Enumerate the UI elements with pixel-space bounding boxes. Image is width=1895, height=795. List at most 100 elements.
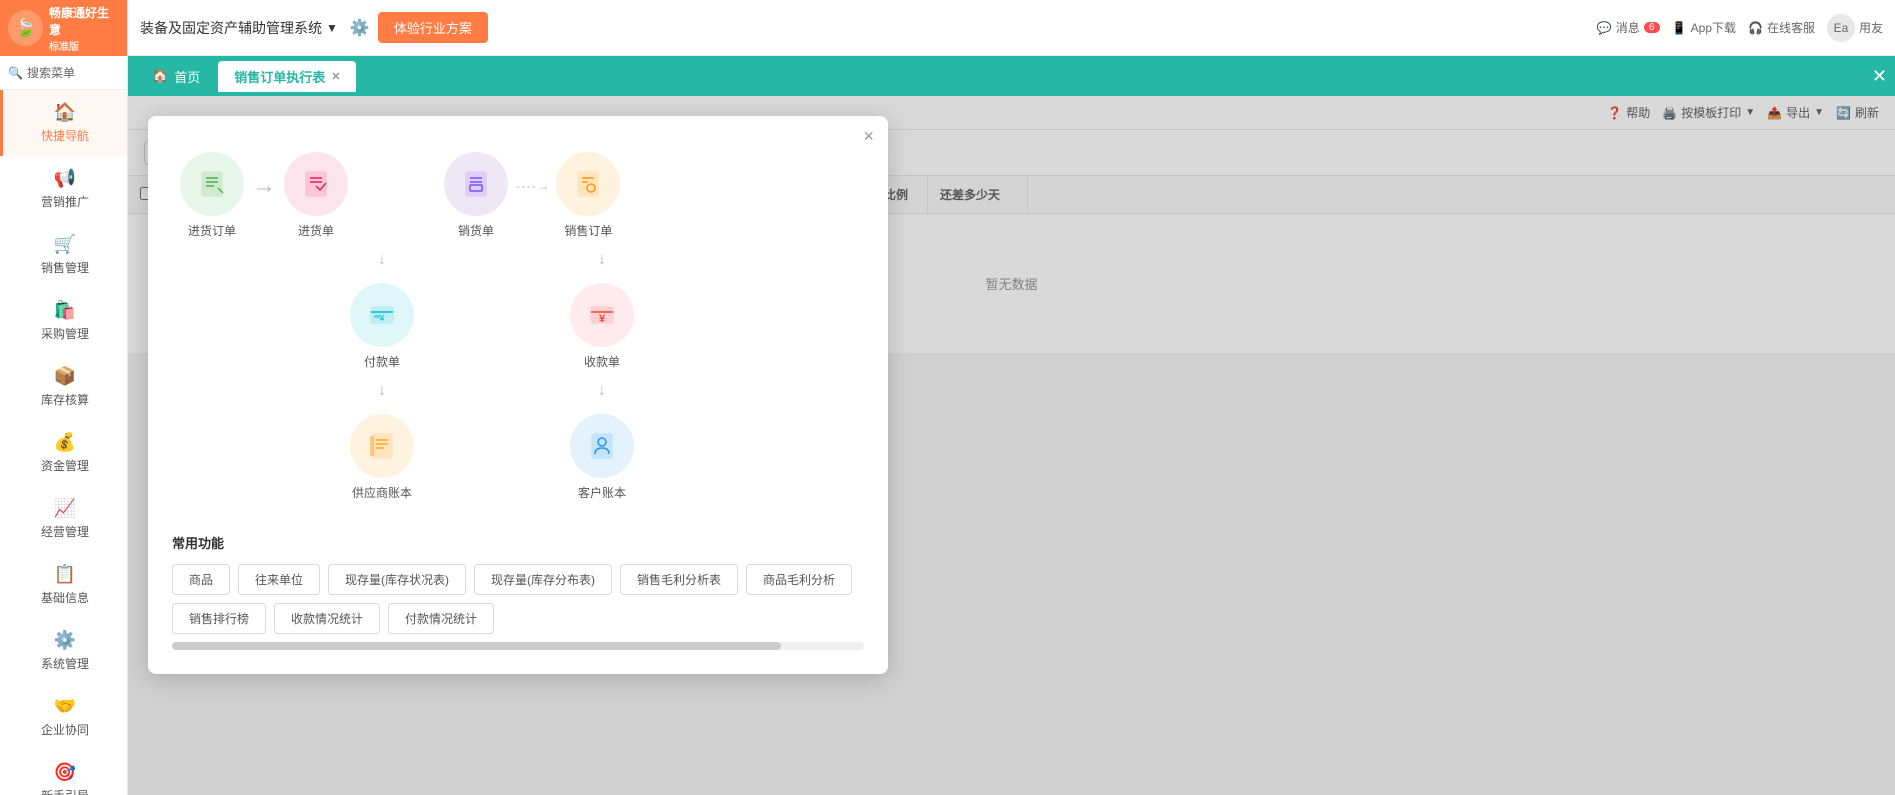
sidebar-search[interactable]: 🔍 搜索菜单 xyxy=(0,56,127,90)
receipt-label: 收款单 xyxy=(584,353,620,370)
sidebar-item-marketing[interactable]: 📢 营销推广 xyxy=(0,156,127,222)
func-btn-sales-margin[interactable]: 销售毛利分析表 xyxy=(620,564,738,595)
flow-row-3: ↓ 供应商账本 xyxy=(172,382,864,513)
svg-text:¥: ¥ xyxy=(599,313,606,325)
sales-bill-label: 销货单 xyxy=(458,222,494,239)
svg-text:¥: ¥ xyxy=(378,313,385,323)
sidebar-item-label: 资金管理 xyxy=(41,457,89,474)
system-title-dropdown[interactable]: 装备及固定资产辅助管理系统 ▼ xyxy=(140,18,338,38)
message-label: 消息 xyxy=(1616,19,1640,36)
receipt-icon-circle: ¥ xyxy=(570,283,634,347)
message-btn[interactable]: 💬 消息 6 xyxy=(1597,19,1660,36)
flow-row-2: ↓ ¥ 付款单 xyxy=(172,251,864,382)
message-badge: 6 xyxy=(1644,22,1660,33)
tab-home-label: 首页 xyxy=(174,67,200,86)
logo-icon: 🍃 xyxy=(8,10,43,46)
experience-btn[interactable]: 体验行业方案 xyxy=(378,12,488,43)
inventory-icon: 📦 xyxy=(54,366,76,387)
sidebar-item-label: 企业协同 xyxy=(41,721,89,738)
sidebar-logo: 🍃 畅康通好生意 标准版 xyxy=(0,0,127,56)
overlay[interactable]: × 进货订单 xyxy=(128,96,1895,795)
flow-row-1: 进货订单 → 进货单 xyxy=(172,140,864,251)
func-buttons-row1: 商品 往来单位 现存量(库存状况表) 现存量(库存分布表) 销售毛利分析表 商品… xyxy=(172,564,864,595)
sales-order-icon-circle xyxy=(556,152,620,216)
online-service-label: 在线客服 xyxy=(1767,19,1815,36)
func-btn-product[interactable]: 商品 xyxy=(172,564,230,595)
flow-customer-ledger[interactable]: 客户账本 xyxy=(562,402,642,513)
func-btn-payment-stats[interactable]: 付款情况统计 xyxy=(388,603,494,634)
sidebar-item-purchase[interactable]: 🛍️ 采购管理 xyxy=(0,288,127,354)
sidebar-item-sales[interactable]: 🛒 销售管理 xyxy=(0,222,127,288)
sales-order-label: 销售订单 xyxy=(564,222,612,239)
user-menu[interactable]: Ea 用友 xyxy=(1827,14,1883,42)
search-icon: 🔍 xyxy=(8,66,23,80)
app-download-btn[interactable]: 📱 App下载 xyxy=(1672,19,1736,36)
common-functions-title: 常用功能 xyxy=(172,533,864,552)
flow-supplier-ledger[interactable]: 供应商账本 xyxy=(342,402,422,513)
flow-purchase-order[interactable]: 进货订单 xyxy=(172,140,252,251)
func-btn-counterpart[interactable]: 往来单位 xyxy=(238,564,320,595)
func-btn-product-margin[interactable]: 商品毛利分析 xyxy=(746,564,852,595)
finance-icon: 💰 xyxy=(54,432,76,453)
arrow-h2-dashed: - - - - → xyxy=(516,179,548,193)
sidebar-item-enterprise[interactable]: 🤝 企业协同 xyxy=(0,684,127,750)
online-service-btn[interactable]: 🎧 在线客服 xyxy=(1748,19,1815,36)
purchase-order-icon-circle xyxy=(180,152,244,216)
func-btn-receipt-stats[interactable]: 收款情况统计 xyxy=(274,603,380,634)
flow-col-customer: ↓ 客户账本 xyxy=(532,382,672,513)
system-title: 装备及固定资产辅助管理系统 xyxy=(140,18,322,38)
tab-sales-order-label: 销售订单执行表 xyxy=(234,67,325,86)
headset-icon: 🎧 xyxy=(1748,21,1763,35)
content: ❓ 帮助 🖨️ 按模板打印 ▼ 📤 导出 ▼ 🔄 刷新 xyxy=(128,96,1895,795)
flow-sales-order[interactable]: 销售订单 xyxy=(548,140,628,251)
flow-diagram: 进货订单 → 进货单 xyxy=(172,140,864,513)
purchase-bill-label: 进货单 xyxy=(298,222,334,239)
func-btn-stock-dist[interactable]: 现存量(库存分布表) xyxy=(474,564,612,595)
purchase-order-label: 进货订单 xyxy=(188,222,236,239)
func-buttons-row2: 销售排行榜 收款情况统计 付款情况统计 xyxy=(172,603,864,634)
flow-payment[interactable]: ¥ 付款单 xyxy=(342,271,422,382)
supplier-ledger-label: 供应商账本 xyxy=(352,484,412,501)
sidebar-nav: 🏠 快捷导航 📢 营销推广 🛒 销售管理 🛍️ 采购管理 📦 库存核算 💰 xyxy=(0,90,127,795)
sales-bill-icon-circle xyxy=(444,152,508,216)
close-main-btn[interactable]: ✕ xyxy=(1872,66,1887,87)
func-btn-sales-rank[interactable]: 销售排行榜 xyxy=(172,603,266,634)
func-btn-stock-status[interactable]: 现存量(库存状况表) xyxy=(328,564,466,595)
tab-home[interactable]: 🏠 首页 xyxy=(136,61,216,92)
topbar-right: 💬 消息 6 📱 App下载 🎧 在线客服 Ea 用友 xyxy=(1597,14,1883,42)
sidebar-item-inventory[interactable]: 📦 库存核算 xyxy=(0,354,127,420)
sidebar-item-quick-nav[interactable]: 🏠 快捷导航 xyxy=(0,90,127,156)
sys-mgmt-icon: ⚙️ xyxy=(54,630,76,651)
flow-col-supplier: ↓ 供应商账本 xyxy=(312,382,452,513)
sidebar-item-label: 营销推广 xyxy=(41,193,89,210)
logo-text: 畅康通好生意 标准版 xyxy=(49,4,119,53)
sidebar-item-label: 系统管理 xyxy=(41,655,89,672)
tab-close-icon[interactable]: ✕ xyxy=(331,70,340,83)
sidebar-item-label: 基础信息 xyxy=(41,589,89,606)
tab-sales-order[interactable]: 销售订单执行表 ✕ xyxy=(218,61,356,92)
main: 装备及固定资产辅助管理系统 ▼ ⚙️ 体验行业方案 💬 消息 6 📱 App下载… xyxy=(128,0,1895,795)
sidebar-item-finance[interactable]: 💰 资金管理 xyxy=(0,420,127,486)
sidebar-item-label: 新手引导 xyxy=(41,787,89,795)
flow-sales-bill[interactable]: 销货单 xyxy=(436,140,516,251)
sidebar-item-sys-mgmt[interactable]: ⚙️ 系统管理 xyxy=(0,618,127,684)
sidebar-item-operations[interactable]: 📈 经营管理 xyxy=(0,486,127,552)
sidebar: 🍃 畅康通好生意 标准版 🔍 搜索菜单 🏠 快捷导航 📢 营销推广 🛒 销售管理 xyxy=(0,0,128,795)
sidebar-item-newbie[interactable]: 🎯 新手引导 xyxy=(0,750,127,795)
user-name: 用友 xyxy=(1859,19,1883,36)
sidebar-item-basic-info[interactable]: 📋 基础信息 xyxy=(0,552,127,618)
app-container: 🍃 畅康通好生意 标准版 🔍 搜索菜单 🏠 快捷导航 📢 营销推广 🛒 销售管理 xyxy=(0,0,1895,795)
modal-close-btn[interactable]: × xyxy=(863,126,874,147)
arrow-down-receipt: ↓ xyxy=(598,251,606,271)
flow-col-payment: ↓ ¥ 付款单 xyxy=(312,251,452,382)
settings-gear-icon[interactable]: ⚙️ xyxy=(350,18,370,38)
arrow-h1: → xyxy=(252,172,276,200)
modal-scrollbar[interactable] xyxy=(172,642,864,650)
topbar: 装备及固定资产辅助管理系统 ▼ ⚙️ 体验行业方案 💬 消息 6 📱 App下载… xyxy=(128,0,1895,56)
flow-purchase-bill[interactable]: 进货单 xyxy=(276,140,356,251)
flow-receipt[interactable]: ¥ 收款单 xyxy=(562,271,642,382)
avatar-text: Ea xyxy=(1834,21,1849,35)
sidebar-item-label: 销售管理 xyxy=(41,259,89,276)
flow-modal: × 进货订单 xyxy=(148,116,888,674)
home-tab-icon: 🏠 xyxy=(152,68,168,84)
